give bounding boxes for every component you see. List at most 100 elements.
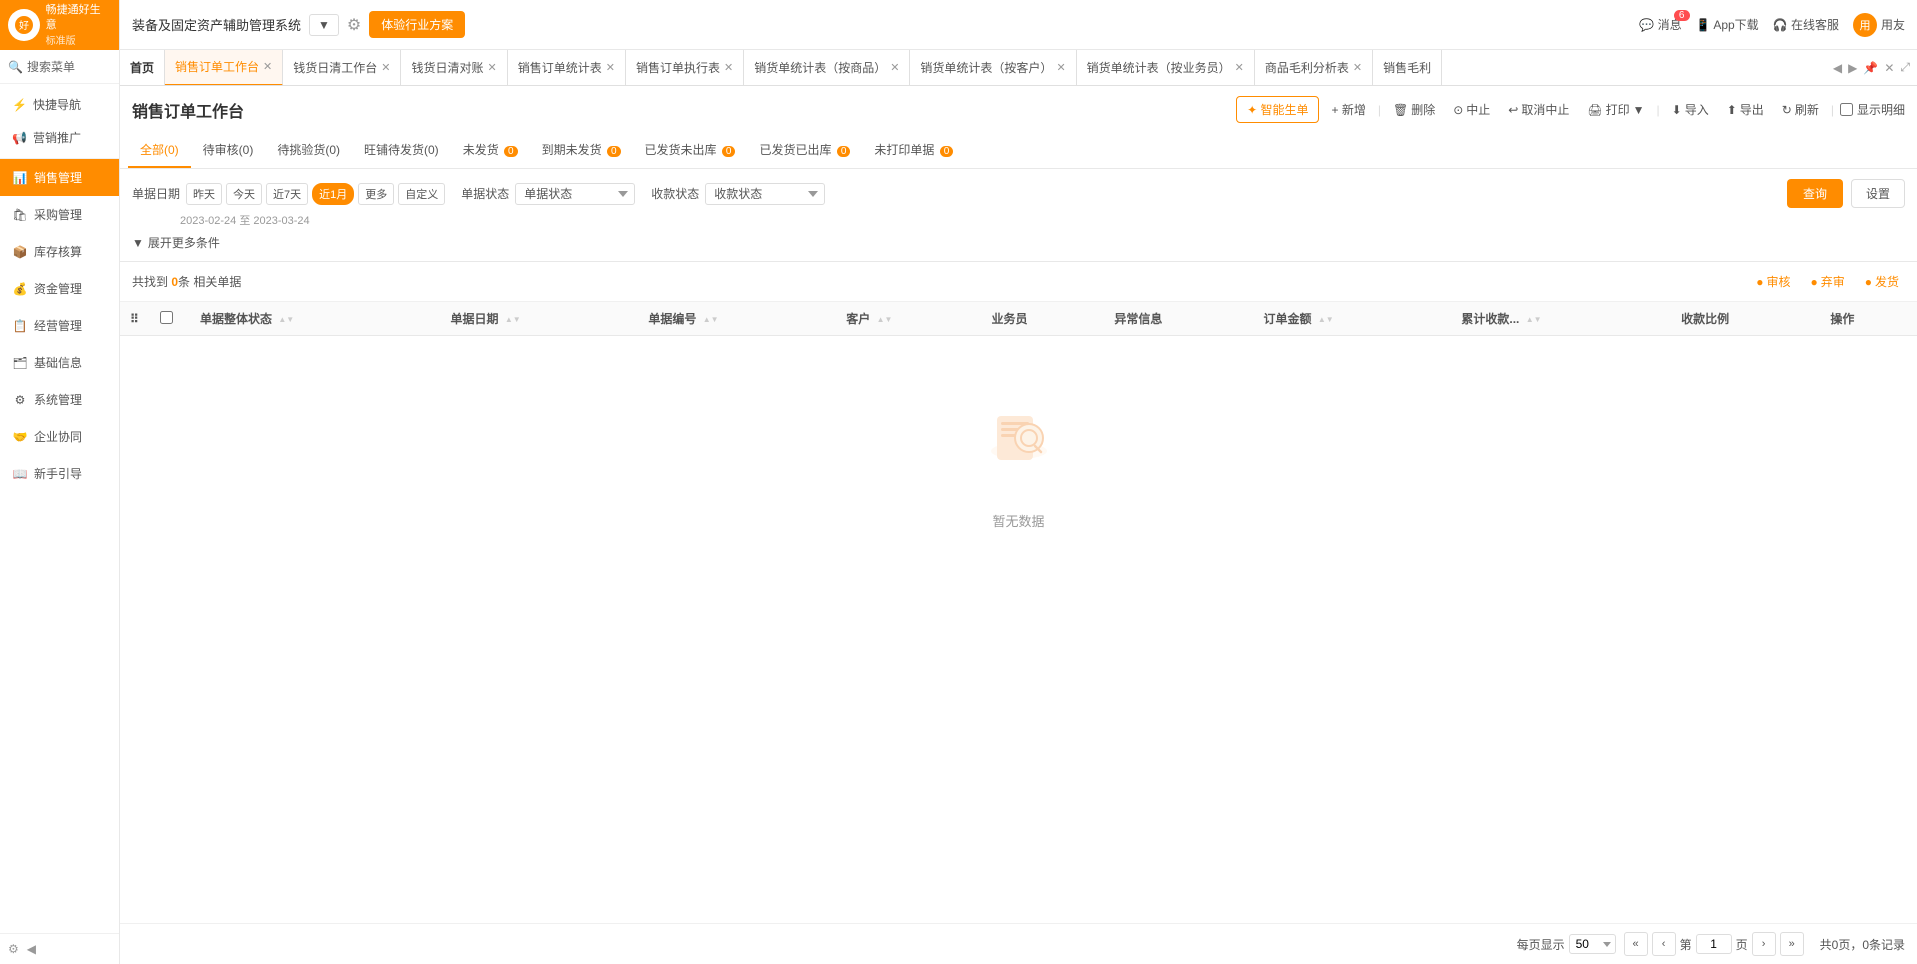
cancel-stop-button[interactable]: ↩ 取消中止 bbox=[1502, 97, 1575, 122]
tab-close-sales-exec[interactable]: ✕ bbox=[724, 61, 733, 74]
search-icon: 🔍 bbox=[8, 60, 23, 74]
sidebar-item-sales[interactable]: 📊 销售管理 bbox=[0, 159, 119, 196]
last-page-btn[interactable]: » bbox=[1780, 932, 1804, 956]
collapse-icon[interactable]: ◀ bbox=[27, 942, 36, 956]
tab-close-product-margin[interactable]: ✕ bbox=[1353, 61, 1362, 74]
table-action-btns: ● 审核 ● 弃审 ● 发货 bbox=[1750, 270, 1905, 293]
search-menu[interactable]: 🔍 搜索菜单 bbox=[0, 50, 119, 84]
sidebar-item-inventory[interactable]: 📦 库存核算 bbox=[0, 233, 119, 270]
date-btn-today[interactable]: 今天 bbox=[226, 183, 262, 205]
tab-sales-stat[interactable]: 销售订单统计表 ✕ bbox=[508, 50, 626, 86]
tab-close-cash-reconcile[interactable]: ✕ bbox=[488, 61, 497, 74]
tab-close-sales-order[interactable]: ✕ bbox=[263, 60, 272, 73]
import-button[interactable]: ⬇ 导入 bbox=[1666, 97, 1715, 122]
date-btn-7days[interactable]: 近7天 bbox=[266, 183, 308, 205]
sort-status-icon[interactable]: ▲▼ bbox=[278, 315, 294, 324]
revoke-button[interactable]: ● 弃审 bbox=[1804, 270, 1850, 293]
tab-scroll-left-icon[interactable]: ◀ bbox=[1830, 61, 1845, 75]
first-page-btn[interactable]: « bbox=[1624, 932, 1648, 956]
tab-product-margin[interactable]: 商品毛利分析表 ✕ bbox=[1255, 50, 1373, 86]
next-page-btn[interactable]: › bbox=[1752, 932, 1776, 956]
subtab-shipped-not-outbound[interactable]: 已发货未出库 0 bbox=[633, 133, 748, 168]
payment-select[interactable]: 收款状态 bbox=[705, 183, 825, 205]
tab-close-sales-stat[interactable]: ✕ bbox=[606, 61, 615, 74]
logo-text: 畅捷通好生意 bbox=[46, 3, 111, 32]
page-number-input[interactable] bbox=[1696, 934, 1732, 954]
tab-close-summary-customer[interactable]: ✕ bbox=[1056, 61, 1065, 74]
subtab-pending-inspect[interactable]: 待挑验货(0) bbox=[265, 133, 352, 168]
sort-number-icon[interactable]: ▲▼ bbox=[703, 315, 719, 324]
tab-cash-daily[interactable]: 钱货日清工作台 ✕ bbox=[283, 50, 401, 86]
tab-cash-reconcile[interactable]: 钱货日清对账 ✕ bbox=[401, 50, 507, 86]
sort-date-icon[interactable]: ▲▼ bbox=[505, 315, 521, 324]
sidebar-footer: ⚙ ◀ bbox=[0, 933, 119, 964]
tab-sales-summary-product[interactable]: 销货单统计表（按商品） ✕ bbox=[744, 50, 910, 86]
subtab-pending-audit[interactable]: 待审核(0) bbox=[191, 133, 266, 168]
ship-button[interactable]: ● 发货 bbox=[1859, 270, 1905, 293]
sidebar-item-finance[interactable]: 💰 资金管理 bbox=[0, 270, 119, 307]
marketing-item[interactable]: 📢 营销推广 bbox=[0, 121, 119, 154]
tab-close-summary-product[interactable]: ✕ bbox=[890, 61, 899, 74]
sidebar-item-guide[interactable]: 📖 新手引导 bbox=[0, 455, 119, 492]
sidebar-item-operations[interactable]: 📋 经营管理 bbox=[0, 307, 119, 344]
per-page-select[interactable]: 50 10 20 100 bbox=[1569, 934, 1616, 954]
tab-close-cash-daily[interactable]: ✕ bbox=[381, 61, 390, 74]
tab-expand-icon[interactable]: ⤢ bbox=[1897, 60, 1913, 75]
sidebar-item-purchase[interactable]: 🛍 采购管理 bbox=[0, 196, 119, 233]
experience-btn[interactable]: 体验行业方案 bbox=[369, 11, 465, 38]
sort-amount-icon[interactable]: ▲▼ bbox=[1318, 315, 1334, 324]
main-area: 装备及固定资产辅助管理系统 ▼ ⚙ 体验行业方案 💬 6 消息 📱 App下载 … bbox=[120, 0, 1917, 964]
sidebar-item-basic[interactable]: 🗂 基础信息 bbox=[0, 344, 119, 381]
refresh-button[interactable]: ↻ 刷新 bbox=[1776, 97, 1825, 122]
message-badge[interactable]: 💬 6 消息 bbox=[1639, 16, 1681, 33]
subtab-expired-unshipped[interactable]: 到期未发货 0 bbox=[530, 133, 633, 168]
empty-icon bbox=[979, 396, 1059, 495]
sidebar-item-system[interactable]: ⚙ 系统管理 bbox=[0, 381, 119, 418]
stop-button[interactable]: ⊙ 中止 bbox=[1447, 97, 1496, 122]
date-btn-1month[interactable]: 近1月 bbox=[312, 183, 354, 205]
date-range-display: 2023-02-24 至 2023-03-24 bbox=[180, 212, 1905, 228]
subtab-shipped-outbound[interactable]: 已发货已出库 0 bbox=[747, 133, 862, 168]
sidebar-item-enterprise[interactable]: 🤝 企业协同 bbox=[0, 418, 119, 455]
user-menu[interactable]: 用 用友 bbox=[1853, 13, 1905, 37]
expand-filter-btn[interactable]: ▼ 展开更多条件 bbox=[132, 234, 1905, 251]
not-printed-badge: 0 bbox=[940, 146, 954, 157]
tab-pin-icon[interactable]: 📌 bbox=[1860, 61, 1881, 75]
quick-nav-item[interactable]: ⚡ 快捷导航 bbox=[0, 88, 119, 121]
sort-collected-icon[interactable]: ▲▼ bbox=[1526, 315, 1542, 324]
tab-home[interactable]: 首页 bbox=[120, 50, 165, 86]
smart-generate-button[interactable]: ✦ 智能生单 bbox=[1236, 96, 1319, 123]
tab-sales-exec[interactable]: 销售订单执行表 ✕ bbox=[626, 50, 744, 86]
status-select[interactable]: 单据状态 bbox=[515, 183, 635, 205]
audit-button[interactable]: ● 审核 bbox=[1750, 270, 1796, 293]
subtab-all[interactable]: 全部(0) bbox=[128, 133, 191, 168]
print-button[interactable]: 🖨 打印 ▼ bbox=[1581, 97, 1650, 122]
tab-close-summary-staff[interactable]: ✕ bbox=[1235, 61, 1244, 74]
subtab-wangpu-ship[interactable]: 旺铺待发货(0) bbox=[352, 133, 451, 168]
system-dropdown-btn[interactable]: ▼ bbox=[309, 14, 339, 36]
export-button[interactable]: ⬆ 导出 bbox=[1721, 97, 1770, 122]
settings-icon[interactable]: ⚙ bbox=[8, 942, 19, 956]
prev-page-btn[interactable]: ‹ bbox=[1652, 932, 1676, 956]
show-detail-checkbox[interactable] bbox=[1840, 103, 1853, 116]
select-all-checkbox[interactable] bbox=[160, 311, 173, 324]
tab-close-all-icon[interactable]: ✕ bbox=[1881, 61, 1897, 75]
delete-button[interactable]: 🗑 删除 bbox=[1387, 97, 1441, 122]
date-btn-yesterday[interactable]: 昨天 bbox=[186, 183, 222, 205]
settings-gear-icon[interactable]: ⚙ bbox=[347, 15, 361, 35]
app-download-link[interactable]: 📱 App下载 bbox=[1696, 16, 1759, 33]
tab-sales-gross[interactable]: 销售毛利 bbox=[1373, 50, 1442, 86]
tab-scroll-right-icon[interactable]: ▶ bbox=[1845, 61, 1860, 75]
date-btn-custom[interactable]: 自定义 bbox=[398, 183, 445, 205]
query-button[interactable]: 查询 bbox=[1787, 179, 1843, 208]
date-btn-more[interactable]: 更多 bbox=[358, 183, 394, 205]
online-service-link[interactable]: 🎧 在线客服 bbox=[1773, 16, 1839, 33]
settings-button[interactable]: 设置 bbox=[1851, 179, 1905, 208]
sort-customer-icon[interactable]: ▲▼ bbox=[877, 315, 893, 324]
subtab-unshipped[interactable]: 未发货 0 bbox=[451, 133, 530, 168]
subtab-not-printed[interactable]: 未打印单据 0 bbox=[862, 133, 965, 168]
tab-sales-summary-customer[interactable]: 销货单统计表（按客户） ✕ bbox=[910, 50, 1076, 86]
tab-sales-order-workbench[interactable]: 销售订单工作台 ✕ bbox=[165, 50, 283, 86]
tab-sales-summary-staff[interactable]: 销货单统计表（按业务员） ✕ bbox=[1077, 50, 1255, 86]
add-button[interactable]: + 新增 bbox=[1325, 97, 1371, 122]
